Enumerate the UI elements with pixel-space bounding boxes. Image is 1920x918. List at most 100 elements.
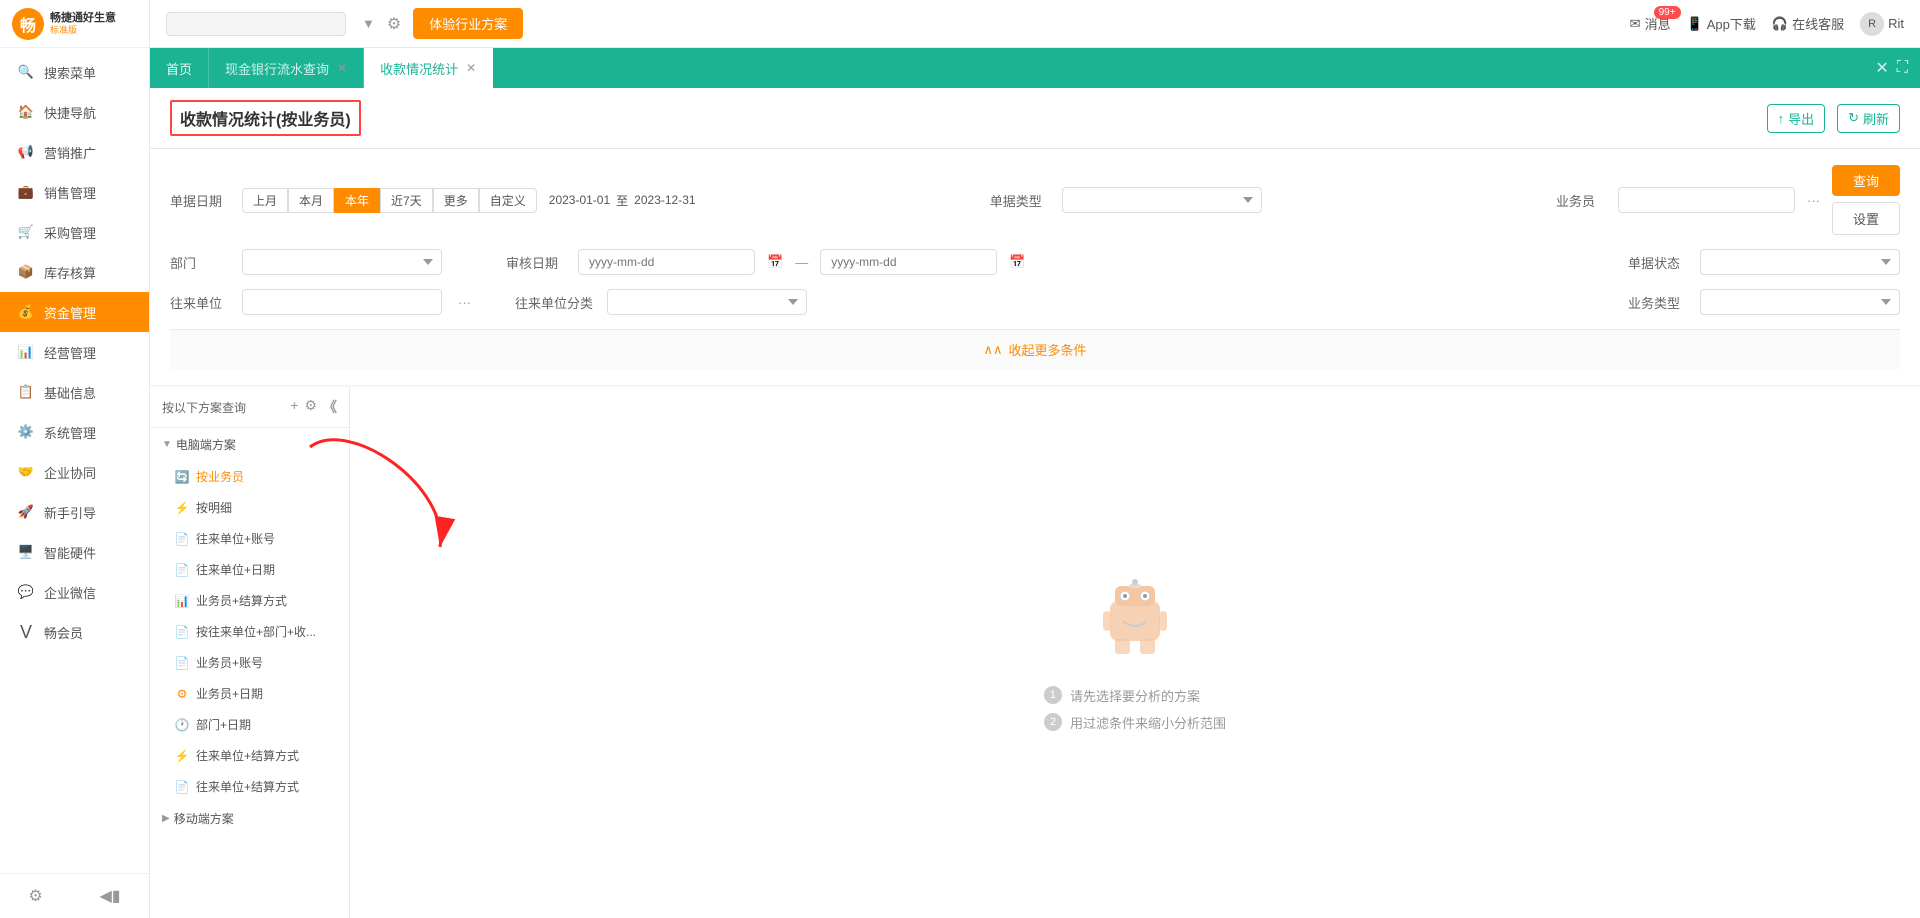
sidebar-item-marketing[interactable]: 📢 营销推广 [0,132,149,172]
sales-icon: 💼 [16,182,36,202]
tab-close-window-icon[interactable]: ✕ [1875,58,1888,78]
scheme-item-by-detail[interactable]: ⚡ 按明细 [150,492,349,523]
query-button[interactable]: 查询 [1832,165,1900,196]
scheme-item-salesman-settle[interactable]: 📊 业务员+结算方式 [150,585,349,616]
partner-input[interactable] [242,289,442,315]
scheme-item-partner-settle[interactable]: ⚡ 往来单位+结算方式 [150,740,349,771]
sidebar-item-operation[interactable]: 📊 经营管理 [0,332,149,372]
sidebar-item-search-menu[interactable]: 🔍 搜索菜单 [0,52,149,92]
sidebar-item-quick-nav[interactable]: 🏠 快捷导航 [0,92,149,132]
scheme-item-partner-date[interactable]: 📄 往来单位+日期 [150,554,349,585]
review-date-end-calendar-icon[interactable]: 📅 [1009,254,1025,270]
salesman-more-icon[interactable]: ··· [1807,193,1820,208]
partner-dept-collect-icon: 📄 [174,624,190,640]
by-salesman-icon: 🔄 [174,469,190,485]
robot-illustration [1085,566,1185,666]
scheme-item-partner-account[interactable]: 📄 往来单位+账号 [150,523,349,554]
online-service-item[interactable]: 🎧 在线客服 [1772,14,1844,33]
sidebar-item-system[interactable]: ⚙️ 系统管理 [0,412,149,452]
scheme-item-dept-date[interactable]: 🕐 部门+日期 [150,709,349,740]
sidebar-item-guide[interactable]: 🚀 新手引导 [0,492,149,532]
sidebar-collapse-btn[interactable]: ◀▮ [95,882,124,910]
dropdown-arrow-icon[interactable]: ▼ [362,16,375,31]
doc-type-label: 单据类型 [990,191,1050,210]
left-panel-collapse-icon[interactable]: 《 [323,397,337,417]
date-tab-custom[interactable]: 自定义 [479,188,537,213]
settings-button[interactable]: 设置 [1832,202,1900,235]
sidebar-logo: 畅 畅捷通好生意 标准版 [0,0,149,48]
user-name-item[interactable]: R Rit [1860,12,1904,36]
left-panel-add-btn[interactable]: + [290,397,298,417]
scheme-item-salesman-account[interactable]: 📄 业务员+账号 [150,647,349,678]
sidebar-item-finance[interactable]: 💰 资金管理 [0,292,149,332]
enterprise-icon: 🤝 [16,462,36,482]
review-date-start[interactable] [578,249,755,275]
salesman-input[interactable] [1618,187,1795,213]
salesman-label: 业务员 [1556,191,1606,210]
partner-date-icon: 📄 [174,562,190,578]
pc-group-arrow-icon: ▼ [162,439,172,450]
refresh-button[interactable]: ↻ 刷新 [1837,104,1900,133]
date-tab-last-7[interactable]: 近7天 [380,188,433,213]
topbar: ▼ ⚙ 体验行业方案 ✉ 消息 99+ 📱 App下载 🎧 在线客服 [150,0,1920,48]
biz-type-select[interactable] [1700,289,1900,315]
collapse-chevron-icon: ∧∧ [983,342,1002,358]
data-area: 1 请先选择要分析的方案 2 用过滤条件来缩小分析范围 [350,387,1920,918]
left-panel: 按以下方案查询 + ⚙ 《 ▼ 电脑端方案 [150,387,350,918]
doc-type-select[interactable] [1062,187,1262,213]
review-date-start-calendar-icon[interactable]: 📅 [767,254,783,270]
tip-number-2: 2 [1044,713,1062,731]
salesman-settle-icon: 📊 [174,593,190,609]
tab-bank-flow[interactable]: 现金银行流水查询 ✕ [209,48,364,88]
sidebar-settings-btn[interactable]: ⚙ [24,882,46,910]
notification-badge: 99+ [1654,6,1681,19]
date-tab-this-month[interactable]: 本月 [288,188,334,213]
scheme-item-by-salesman[interactable]: 🔄 按业务员 [150,461,349,492]
doc-status-select[interactable] [1700,249,1900,275]
sidebar-item-inventory[interactable]: 📦 库存核算 [0,252,149,292]
mobile-scheme-group-title[interactable]: ▶ 移动端方案 [150,802,349,835]
notification-wrap[interactable]: ✉ 消息 99+ [1630,14,1671,33]
sidebar-item-purchase[interactable]: 🛒 采购管理 [0,212,149,252]
partner-category-label: 往来单位分类 [515,293,595,312]
tab-collection-stats-close-icon[interactable]: ✕ [466,61,476,75]
partner-category-select[interactable] [607,289,807,315]
page-title: 收款情况统计(按业务员) [180,112,351,129]
scheme-item-salesman-date[interactable]: ⚙ 业务员+日期 [150,678,349,709]
export-button[interactable]: ↑ 导出 [1767,104,1826,133]
sidebar-item-member[interactable]: V 畅会员 [0,612,149,652]
sidebar-nav: 🔍 搜索菜单 🏠 快捷导航 📢 营销推广 💼 销售管理 🛒 采购管理 📦 [0,48,149,873]
content-area: 按以下方案查询 + ⚙ 《 ▼ 电脑端方案 [150,387,1920,918]
left-panel-settings-icon[interactable]: ⚙ [304,397,317,417]
topbar-gear-icon[interactable]: ⚙ [387,14,401,34]
tab-bank-flow-close-icon[interactable]: ✕ [337,61,347,75]
tab-collection-stats[interactable]: 收款情况统计 ✕ [364,48,493,88]
scheme-group-pc: ▼ 电脑端方案 🔄 按业务员 ⚡ 按明细 📄 [150,428,349,802]
partner-more-icon[interactable]: ··· [458,295,471,310]
pc-scheme-group-title[interactable]: ▼ 电脑端方案 [150,428,349,461]
collapse-bar[interactable]: ∧∧ 收起更多条件 [170,329,1900,369]
date-tab-more[interactable]: 更多 [433,188,479,213]
tab-home[interactable]: 首页 [150,48,209,88]
sidebar-item-hardware[interactable]: 🖥️ 智能硬件 [0,532,149,572]
app-download-item[interactable]: 📱 App下载 [1687,14,1756,33]
breadcrumb-input[interactable] [166,12,346,36]
sidebar-item-sales[interactable]: 💼 销售管理 [0,172,149,212]
date-label: 单据日期 [170,191,230,210]
sidebar-item-basic-info[interactable]: 📋 基础信息 [0,372,149,412]
sidebar-item-weixin[interactable]: 💬 企业微信 [0,572,149,612]
trial-industry-button[interactable]: 体验行业方案 [413,8,523,39]
notification-icon: ✉ [1630,16,1641,32]
tab-maximize-icon[interactable]: ⛶ [1897,59,1908,77]
scheme-item-partner-settle2[interactable]: 📄 往来单位+结算方式 [150,771,349,802]
scheme-item-partner-dept-collect[interactable]: 📄 按往来单位+部门+收... [150,616,349,647]
sidebar-item-enterprise[interactable]: 🤝 企业协同 [0,452,149,492]
review-date-label: 审核日期 [506,253,566,272]
date-tab-this-year[interactable]: 本年 [334,188,380,213]
left-panel-header: 按以下方案查询 + ⚙ 《 [150,387,349,428]
finance-icon: 💰 [16,302,36,322]
date-tab-last-month[interactable]: 上月 [242,188,288,213]
review-date-end[interactable] [820,249,997,275]
app-download-icon: 📱 [1687,16,1703,32]
dept-select[interactable] [242,249,442,275]
